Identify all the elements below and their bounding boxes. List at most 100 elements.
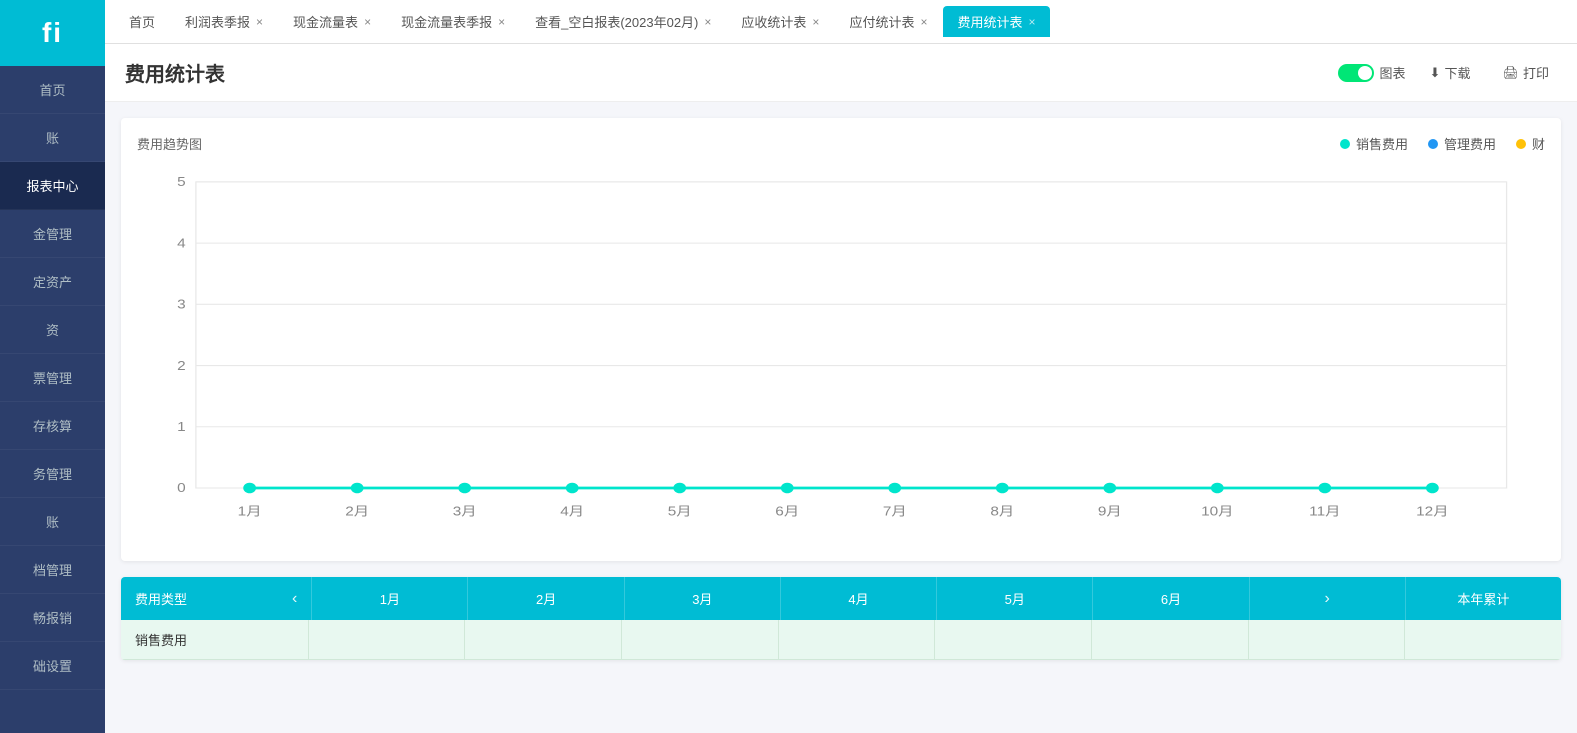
svg-text:4: 4 <box>177 236 186 250</box>
sidebar-item-fund-mgmt[interactable]: 金管理 <box>0 210 105 258</box>
header-month-1: 1月 <box>312 577 468 620</box>
expense-table: 费用类型 ‹ 1月 2月 3月 4月 5月 6月 › 本年累计 销售费用 <box>121 577 1561 660</box>
chart-svg-wrapper: 5 4 3 2 1 0 1月 2月 <box>137 165 1545 545</box>
sidebar-item-stock-calc[interactable]: 存核算 <box>0 402 105 450</box>
data-month-1 <box>309 620 466 659</box>
page-body: 费用统计表 图表 ⬇ 下载 🖨 打印 费用趋势图 <box>105 44 1577 733</box>
tab-home[interactable]: 首页 <box>115 6 169 37</box>
tab-expense-stat[interactable]: 费用统计表 × <box>943 6 1049 37</box>
legend-label-mgmt: 管理费用 <box>1444 134 1496 153</box>
page-header: 费用统计表 图表 ⬇ 下载 🖨 打印 <box>105 44 1577 102</box>
line-chart-svg: 5 4 3 2 1 0 1月 2月 <box>137 165 1545 545</box>
chart-toggle-label: 图表 <box>1338 63 1406 82</box>
table-row: 销售费用 <box>121 620 1561 660</box>
legend-dot-mgmt <box>1428 139 1438 149</box>
header-summary-col: 本年累计 <box>1406 577 1561 620</box>
sidebar-item-invoice-mgmt[interactable]: 票管理 <box>0 354 105 402</box>
tab-receivable-stat[interactable]: 应收统计表 × <box>727 6 833 37</box>
svg-text:11月: 11月 <box>1309 504 1340 518</box>
sidebar-item-receivable[interactable]: 账 <box>0 498 105 546</box>
data-arrow-spacer <box>1249 620 1406 659</box>
print-icon: 🖨 <box>1502 65 1519 81</box>
type-col-label: 费用类型 <box>135 589 187 608</box>
data-month-5 <box>935 620 1092 659</box>
data-month-3 <box>622 620 779 659</box>
svg-text:0: 0 <box>177 481 186 495</box>
svg-text:1: 1 <box>177 419 186 433</box>
sidebar-item-fixed-assets[interactable]: 定资产 <box>0 258 105 306</box>
svg-text:3: 3 <box>177 297 186 311</box>
svg-text:2: 2 <box>177 358 186 372</box>
svg-text:8月: 8月 <box>990 504 1014 518</box>
close-blank-report-tab[interactable]: × <box>704 15 711 29</box>
tab-payable-stat[interactable]: 应付统计表 × <box>835 6 941 37</box>
download-button[interactable]: ⬇ 下载 <box>1422 59 1479 86</box>
svg-text:9月: 9月 <box>1098 504 1122 518</box>
next-arrow-cell: › <box>1250 577 1406 620</box>
next-arrow[interactable]: › <box>1325 590 1330 608</box>
svg-text:4月: 4月 <box>560 504 584 518</box>
main-content: 首页 利润表季报 × 现金流量表 × 现金流量表季报 × 查看_空白报表(202… <box>105 0 1577 733</box>
close-payable-stat-tab[interactable]: × <box>920 15 927 29</box>
header-month-4: 4月 <box>781 577 937 620</box>
tab-cashflow[interactable]: 现金流量表 × <box>279 6 385 37</box>
tab-bar: 首页 利润表季报 × 现金流量表 × 现金流量表季报 × 查看_空白报表(202… <box>105 0 1577 44</box>
header-type-col: 费用类型 ‹ <box>121 577 312 620</box>
close-receivable-stat-tab[interactable]: × <box>812 15 819 29</box>
close-cashflow-q-tab[interactable]: × <box>498 15 505 29</box>
tab-cashflow-q[interactable]: 现金流量表季报 × <box>387 6 519 37</box>
svg-text:5: 5 <box>177 174 186 188</box>
header-month-6: 6月 <box>1093 577 1249 620</box>
svg-text:12月: 12月 <box>1416 504 1448 518</box>
table-header-row: 费用类型 ‹ 1月 2月 3月 4月 5月 6月 › 本年累计 <box>121 577 1561 620</box>
sidebar-item-base-settings[interactable]: 础设置 <box>0 642 105 690</box>
legend-dot-finance <box>1516 139 1526 149</box>
data-type-col: 销售费用 <box>121 620 309 659</box>
chart-toggle-text: 图表 <box>1380 63 1406 82</box>
data-month-2 <box>465 620 622 659</box>
sidebar-item-report-center[interactable]: 报表中心 <box>0 162 105 210</box>
legend-mgmt-expense: 管理费用 <box>1428 134 1496 153</box>
header-month-3: 3月 <box>625 577 781 620</box>
sidebar-logo: fi <box>0 0 105 66</box>
sidebar-item-investment[interactable]: 资 <box>0 306 105 354</box>
header-month-2: 2月 <box>468 577 624 620</box>
sidebar-item-sales-return[interactable]: 畅报销 <box>0 594 105 642</box>
chart-container: 费用趋势图 销售费用 管理费用 财 <box>121 118 1561 561</box>
tab-profit[interactable]: 利润表季报 × <box>171 6 277 37</box>
legend-finance-expense: 财 <box>1516 134 1545 153</box>
prev-arrow[interactable]: ‹ <box>292 590 297 608</box>
header-month-5: 5月 <box>937 577 1093 620</box>
header-actions: 图表 ⬇ 下载 🖨 打印 <box>1338 59 1557 86</box>
chart-legend: 销售费用 管理费用 财 <box>1340 134 1545 153</box>
svg-text:10月: 10月 <box>1201 504 1233 518</box>
svg-text:3月: 3月 <box>453 504 477 518</box>
svg-text:2月: 2月 <box>345 504 369 518</box>
data-month-6 <box>1092 620 1249 659</box>
chart-header: 费用趋势图 销售费用 管理费用 财 <box>137 134 1545 153</box>
legend-label-sales: 销售费用 <box>1356 134 1408 153</box>
sidebar-item-account[interactable]: 账 <box>0 114 105 162</box>
svg-text:1月: 1月 <box>238 504 262 518</box>
data-month-4 <box>779 620 936 659</box>
svg-text:6月: 6月 <box>775 504 799 518</box>
legend-sales-expense: 销售费用 <box>1340 134 1408 153</box>
legend-label-finance: 财 <box>1532 134 1545 153</box>
sidebar-item-home[interactable]: 首页 <box>0 66 105 114</box>
close-cashflow-tab[interactable]: × <box>364 15 371 29</box>
sidebar-item-archive-mgmt[interactable]: 档管理 <box>0 546 105 594</box>
sidebar: fi 首页 账 报表中心 金管理 定资产 资 票管理 存核算 务管理 账 档管理… <box>0 0 105 733</box>
close-profit-tab[interactable]: × <box>256 15 263 29</box>
print-button[interactable]: 🖨 打印 <box>1494 59 1557 86</box>
data-summary-col <box>1405 620 1561 659</box>
page-title: 费用统计表 <box>125 58 225 87</box>
svg-text:7月: 7月 <box>883 504 907 518</box>
legend-dot-sales <box>1340 139 1350 149</box>
close-expense-stat-tab[interactable]: × <box>1028 15 1035 29</box>
sidebar-item-service-mgmt[interactable]: 务管理 <box>0 450 105 498</box>
download-icon: ⬇ <box>1430 65 1441 81</box>
tab-blank-report[interactable]: 查看_空白报表(2023年02月) × <box>521 6 725 37</box>
svg-text:5月: 5月 <box>668 504 692 518</box>
chart-title: 费用趋势图 <box>137 134 202 153</box>
chart-toggle[interactable] <box>1338 64 1374 82</box>
